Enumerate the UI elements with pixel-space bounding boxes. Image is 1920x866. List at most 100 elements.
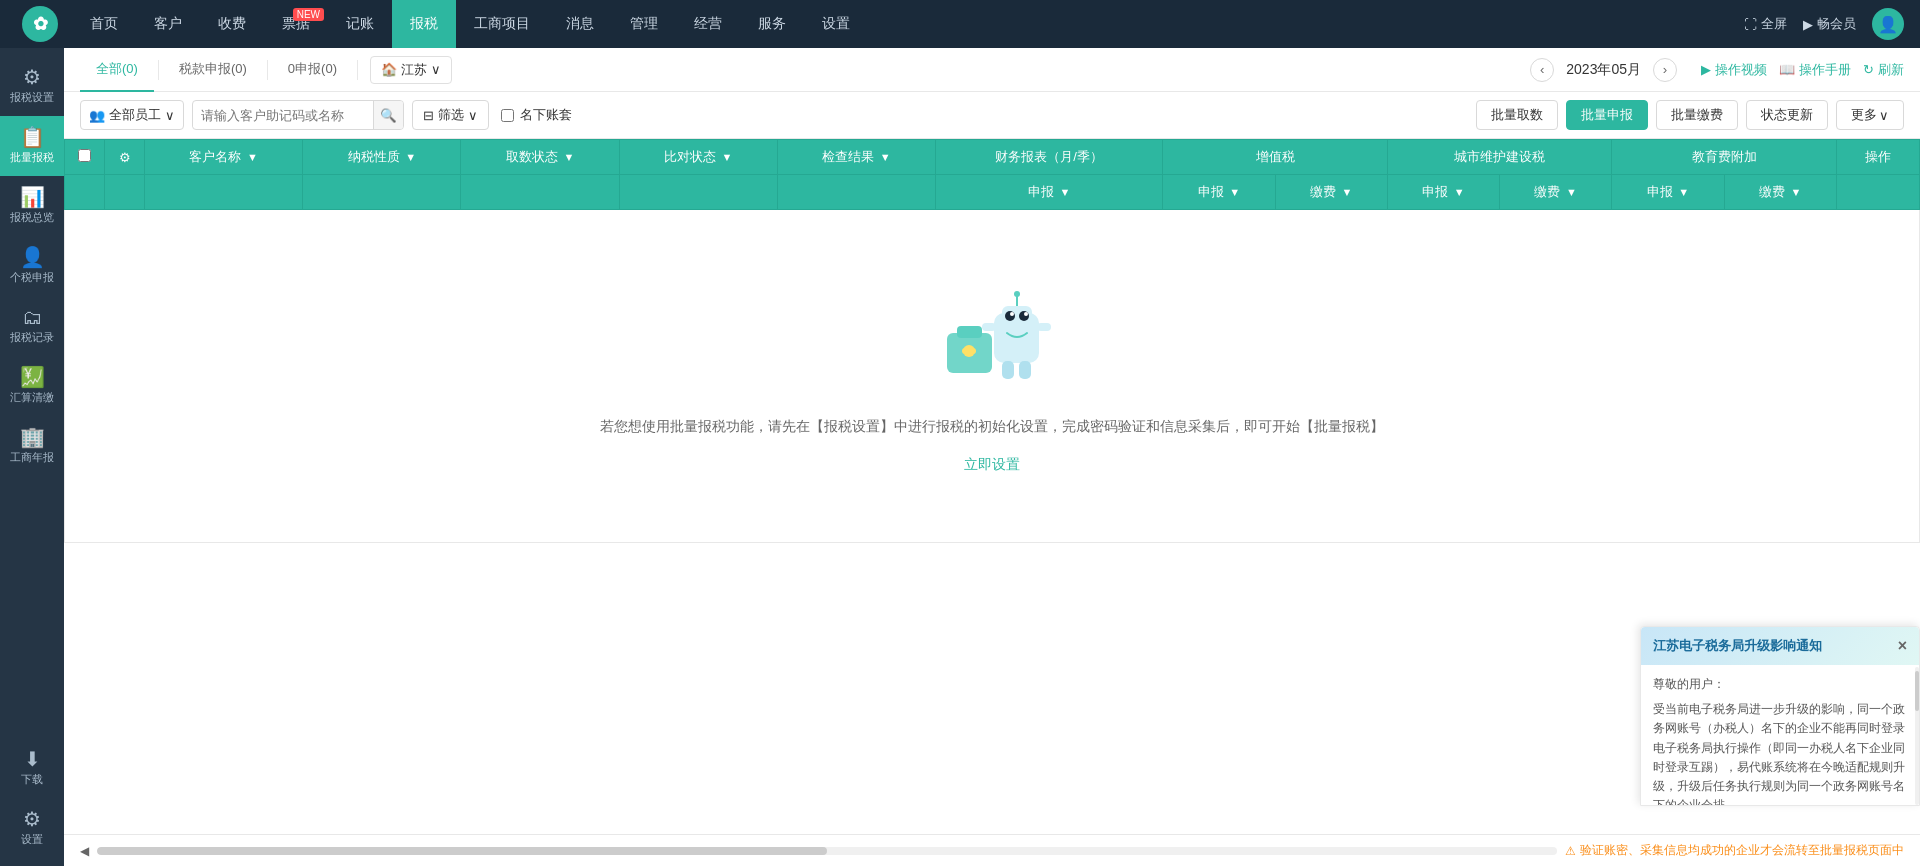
tab-all[interactable]: 全部(0) bbox=[80, 48, 154, 92]
operation-video-link[interactable]: ▶ 操作视频 bbox=[1701, 61, 1767, 79]
search-button[interactable]: 🔍 bbox=[373, 100, 403, 130]
svg-point-7 bbox=[1019, 311, 1029, 321]
sidebar-item-tax-records[interactable]: 🗂 报税记录 bbox=[0, 296, 64, 356]
horizontal-scrollbar[interactable] bbox=[97, 847, 1557, 855]
nav-invoice[interactable]: 票据 NEW bbox=[264, 0, 328, 48]
edu-pay-filter-icon[interactable]: ▼ bbox=[1791, 186, 1802, 198]
province-chevron-icon: ∨ bbox=[431, 62, 441, 77]
select-all-checkbox[interactable] bbox=[78, 149, 91, 162]
batch-tax-icon: 📋 bbox=[20, 127, 45, 147]
svg-rect-15 bbox=[1019, 361, 1031, 379]
operation-manual-link[interactable]: 📖 操作手册 bbox=[1779, 61, 1851, 79]
batch-pay-button[interactable]: 批量缴费 bbox=[1656, 100, 1738, 130]
main-layout: ⚙ 报税设置 📋 批量报税 📊 报税总览 👤 个税申报 🗂 报税记录 💹 汇算清… bbox=[0, 48, 1920, 866]
nav-fee[interactable]: 收费 bbox=[200, 0, 264, 48]
scroll-left-arrow[interactable]: ◀ bbox=[80, 844, 89, 858]
nav-industrial[interactable]: 工商项目 bbox=[456, 0, 548, 48]
customer-filter-icon[interactable]: ▼ bbox=[247, 151, 258, 163]
check-result-filter-icon[interactable]: ▼ bbox=[880, 151, 891, 163]
nav-home[interactable]: 首页 bbox=[72, 0, 136, 48]
financial-declare-filter-icon[interactable]: ▼ bbox=[1060, 186, 1071, 198]
notification-popup: 江苏电子税务局升级影响通知 × 尊敬的用户： 受当前电子税务局进一步升级的影响，… bbox=[1640, 626, 1920, 806]
sidebar-item-batch-tax[interactable]: 📋 批量报税 bbox=[0, 116, 64, 176]
svg-rect-14 bbox=[1002, 361, 1014, 379]
search-wrapper: 🔍 bbox=[192, 100, 404, 130]
tax-type-filter-icon[interactable]: ▼ bbox=[405, 151, 416, 163]
employee-icon: 👥 bbox=[89, 108, 105, 123]
th-operate: 操作 bbox=[1836, 140, 1919, 175]
setup-link[interactable]: 立即设置 bbox=[964, 456, 1020, 474]
tab-zero-declare-label: 0申报(0) bbox=[288, 60, 337, 78]
th-sub-operate bbox=[1836, 175, 1919, 210]
sidebar-item-tax-settings[interactable]: ⚙ 报税设置 bbox=[0, 56, 64, 116]
province-selector[interactable]: 🏠 江苏 ∨ bbox=[370, 56, 452, 84]
more-button[interactable]: 更多 ∨ bbox=[1836, 100, 1904, 130]
sidebar-item-settings[interactable]: ⚙ 设置 bbox=[0, 798, 64, 858]
batch-declare-button[interactable]: 批量申报 bbox=[1566, 100, 1648, 130]
annual-report-icon: 🏢 bbox=[20, 427, 45, 447]
notification-salute: 尊敬的用户： bbox=[1653, 675, 1907, 694]
th-sub-name bbox=[145, 175, 303, 210]
tab-bar: 全部(0) 税款申报(0) 0申报(0) 🏠 江苏 ∨ ‹ 2023年05月 › bbox=[64, 48, 1920, 92]
fullscreen-btn[interactable]: ⛶ 全屏 bbox=[1744, 15, 1787, 33]
nav-customer[interactable]: 客户 bbox=[136, 0, 200, 48]
month-display: 2023年05月 bbox=[1566, 61, 1641, 79]
compare-filter-icon[interactable]: ▼ bbox=[722, 151, 733, 163]
vat-pay-filter-icon[interactable]: ▼ bbox=[1342, 186, 1353, 198]
th-sub-financial-declare: 申报 ▼ bbox=[936, 175, 1163, 210]
batch-fetch-label: 批量取数 bbox=[1491, 106, 1543, 124]
nav-manage[interactable]: 管理 bbox=[612, 0, 676, 48]
tab-right-controls: ▶ 操作视频 📖 操作手册 ↻ 刷新 bbox=[1701, 61, 1904, 79]
sidebar-label-tax-records: 报税记录 bbox=[10, 331, 54, 344]
filter-button[interactable]: ⊟ 筛选 ∨ bbox=[412, 100, 489, 130]
month-navigator: ‹ 2023年05月 › bbox=[1530, 58, 1677, 82]
tab-zero-declare[interactable]: 0申报(0) bbox=[272, 48, 353, 92]
filter-icon: ⊟ bbox=[423, 108, 434, 123]
more-chevron-icon: ∨ bbox=[1879, 108, 1889, 123]
nav-operate[interactable]: 经营 bbox=[676, 0, 740, 48]
svg-point-11 bbox=[1014, 291, 1020, 297]
name-accounts-checkbox-label[interactable]: 名下账套 bbox=[501, 106, 572, 124]
th-check-result: 检查结果 ▼ bbox=[777, 140, 935, 175]
sidebar-item-annual-report[interactable]: 🏢 工商年报 bbox=[0, 416, 64, 476]
vip-btn[interactable]: ▶ 畅会员 bbox=[1803, 15, 1856, 33]
sidebar-item-settlement[interactable]: 💹 汇算清缴 bbox=[0, 356, 64, 416]
vat-declare-filter-icon[interactable]: ▼ bbox=[1229, 186, 1240, 198]
nav-settings[interactable]: 设置 bbox=[804, 0, 868, 48]
sidebar-item-download[interactable]: ⬇ 下载 bbox=[0, 738, 64, 798]
top-navigation: ✿ 首页 客户 收费 票据 NEW 记账 报税 工商项目 消息 管理 经营 服务… bbox=[0, 0, 1920, 48]
notification-close-button[interactable]: × bbox=[1898, 638, 1907, 654]
th-edu-tax: 教育费附加 bbox=[1612, 140, 1837, 175]
name-accounts-checkbox[interactable] bbox=[501, 109, 514, 122]
nav-tax[interactable]: 报税 bbox=[392, 0, 456, 48]
status-update-button[interactable]: 状态更新 bbox=[1746, 100, 1828, 130]
next-month-button[interactable]: › bbox=[1653, 58, 1677, 82]
batch-fetch-button[interactable]: 批量取数 bbox=[1476, 100, 1558, 130]
sidebar-item-personal-tax[interactable]: 👤 个税申报 bbox=[0, 236, 64, 296]
notification-scrollbar[interactable] bbox=[1915, 667, 1919, 805]
city-pay-filter-icon[interactable]: ▼ bbox=[1566, 186, 1577, 198]
nav-service[interactable]: 服务 bbox=[740, 0, 804, 48]
th-sub-compare bbox=[619, 175, 777, 210]
search-input[interactable] bbox=[193, 104, 373, 127]
user-avatar[interactable]: 👤 bbox=[1872, 8, 1904, 40]
main-table: ⚙ 客户名称 ▼ 纳税性质 ▼ 取数状态 ▼ bbox=[64, 139, 1920, 543]
refresh-link[interactable]: ↻ 刷新 bbox=[1863, 61, 1904, 79]
edu-declare-filter-icon[interactable]: ▼ bbox=[1678, 186, 1689, 198]
sidebar-item-tax-overview[interactable]: 📊 报税总览 bbox=[0, 176, 64, 236]
scrollbar-thumb bbox=[97, 847, 827, 855]
svg-point-8 bbox=[1010, 312, 1014, 316]
vip-icon: ▶ bbox=[1803, 17, 1813, 32]
th-tax-type: 纳税性质 ▼ bbox=[303, 140, 461, 175]
notification-content: 受当前电子税务局进一步升级的影响，同一个政务网账号（办税人）名下的企业不能再同时… bbox=[1653, 700, 1907, 805]
nav-bookkeeping[interactable]: 记账 bbox=[328, 0, 392, 48]
empty-text: 若您想使用批量报税功能，请先在【报税设置】中进行报税的初始化设置，完成密码验证和… bbox=[600, 418, 1384, 436]
tab-tax-declare[interactable]: 税款申报(0) bbox=[163, 48, 263, 92]
city-declare-filter-icon[interactable]: ▼ bbox=[1454, 186, 1465, 198]
employee-selector[interactable]: 👥 全部员工 ∨ bbox=[80, 100, 184, 130]
fetch-status-filter-icon[interactable]: ▼ bbox=[563, 151, 574, 163]
logo[interactable]: ✿ bbox=[16, 0, 64, 48]
nav-message[interactable]: 消息 bbox=[548, 0, 612, 48]
sidebar-label-annual-report: 工商年报 bbox=[10, 451, 54, 464]
prev-month-button[interactable]: ‹ bbox=[1530, 58, 1554, 82]
